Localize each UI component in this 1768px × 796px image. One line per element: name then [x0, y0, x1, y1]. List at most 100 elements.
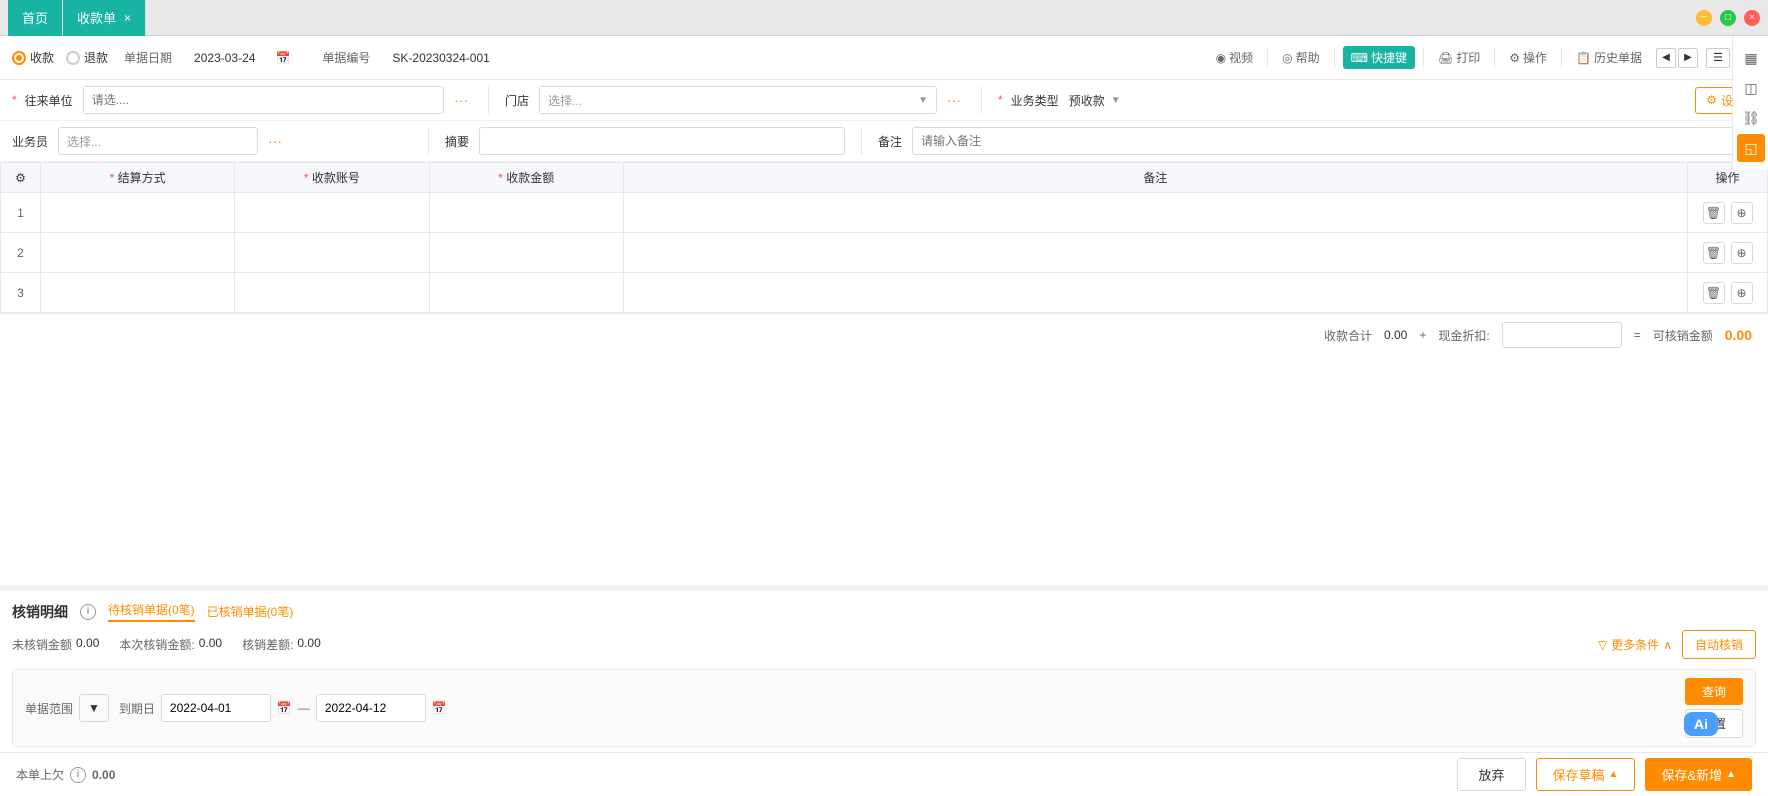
date-range-row: 单据范围 ▼ 到期日 📅 — 📅 查询 设置: [12, 669, 1756, 747]
biz-type-required-star: *: [998, 93, 1003, 107]
col-action-label: 操作: [1715, 171, 1739, 185]
table-gear-icon[interactable]: ⚙: [9, 171, 32, 185]
date-separator: —: [298, 701, 310, 715]
staff-more-button[interactable]: ···: [264, 133, 286, 149]
biz-type-value: 预收款: [1069, 92, 1105, 109]
window-controls: − □ ×: [1696, 10, 1760, 26]
row-2-copy-button[interactable]: ⊕: [1731, 242, 1753, 264]
tab-close-icon[interactable]: ×: [124, 11, 131, 25]
row-2-num: 2: [1, 233, 41, 273]
row-1-amount[interactable]: [429, 193, 623, 233]
biz-type-arrow-icon[interactable]: ▼: [1111, 95, 1121, 106]
remark-field: 备注: [878, 127, 1756, 155]
save-draft-arrow-icon: ▲: [1609, 769, 1619, 780]
due-date-field: 到期日 📅 — 📅: [119, 694, 447, 722]
query-button[interactable]: 查询: [1685, 678, 1743, 705]
date-to-input[interactable]: [316, 694, 426, 722]
sidebar-icon-2[interactable]: ◫: [1737, 74, 1765, 102]
tab-home[interactable]: 首页: [8, 0, 63, 36]
form-row-2: 业务员 选择... ··· 摘要 备注: [0, 121, 1768, 162]
help-label: 帮助: [1296, 49, 1320, 66]
this-bill-value: 0.00: [92, 768, 115, 782]
ai-badge[interactable]: Ai: [1684, 712, 1718, 736]
summary-input[interactable]: [479, 127, 845, 155]
this-bill-info-icon[interactable]: i: [70, 767, 86, 783]
staff-select[interactable]: 选择...: [58, 127, 258, 155]
window-close-button[interactable]: ×: [1744, 10, 1760, 26]
range-arrow-icon: ▼: [88, 701, 100, 715]
receipt-table: ⚙ * 结算方式 * 收款账号: [0, 162, 1768, 313]
history-button[interactable]: 📋 历史单据: [1570, 46, 1648, 69]
row-3-account[interactable]: [235, 273, 429, 313]
tab-pending-link[interactable]: 待核销单据(0笔): [108, 601, 195, 622]
discard-button[interactable]: 放弃: [1457, 758, 1525, 791]
range-select-dropdown[interactable]: ▼: [79, 694, 109, 722]
nav-next-button[interactable]: ▶: [1678, 48, 1698, 68]
row-2-amount[interactable]: [429, 233, 623, 273]
row-2-remark[interactable]: [623, 233, 1687, 273]
shop-select[interactable]: 选择... ▼: [539, 86, 937, 114]
row-1-remark[interactable]: [623, 193, 1687, 233]
discount-input[interactable]: [1502, 322, 1622, 348]
col-remark-header: 备注: [623, 163, 1687, 193]
window-minimize-button[interactable]: −: [1696, 10, 1712, 26]
row-3-amount[interactable]: [429, 273, 623, 313]
form-row-1: * 往来单位 ··· 门店 选择... ▼ ··· * 业务类型 预收款 ▼: [0, 80, 1768, 121]
save-draft-label: 保存草稿: [1553, 765, 1605, 784]
row-2-account[interactable]: [235, 233, 429, 273]
row-2-action-buttons: 🗑 ⊕: [1696, 242, 1759, 264]
row-1-settle[interactable]: [41, 193, 235, 233]
shortcut-button[interactable]: ⌨ 快捷键: [1343, 46, 1415, 69]
biz-type-selector: 预收款 ▼: [1069, 92, 1121, 109]
partner-more-button[interactable]: ···: [450, 92, 472, 108]
history-label: 历史单据: [1594, 49, 1642, 66]
partner-input[interactable]: [83, 86, 444, 114]
calendar-to-icon[interactable]: 📅: [432, 701, 447, 715]
print-button[interactable]: 🖨 打印: [1432, 46, 1486, 69]
receipt-type-radio-group: 收款 退款: [12, 49, 108, 66]
tab-receipt[interactable]: 收款单 ×: [63, 0, 146, 36]
radio-receipt[interactable]: 收款: [12, 49, 54, 66]
footer-left: 本单上欠 i 0.00: [16, 766, 115, 783]
date-from-input[interactable]: [161, 694, 271, 722]
sidebar-icon-1[interactable]: ▦: [1737, 44, 1765, 72]
row-1-copy-button[interactable]: ⊕: [1731, 202, 1753, 224]
row-3-remark[interactable]: [623, 273, 1687, 313]
date-picker-icon[interactable]: 📅: [275, 51, 290, 65]
toolbar-row: 收款 退款 单据日期 2023-03-24 📅 单据编号 SK-20230324…: [0, 36, 1768, 80]
ai-badge-label: Ai: [1694, 716, 1708, 732]
row-3-settle[interactable]: [41, 273, 235, 313]
video-button[interactable]: ◉ 视频: [1210, 46, 1260, 69]
auto-verify-button[interactable]: 自动核销: [1682, 630, 1756, 659]
print-label: 打印: [1456, 49, 1480, 66]
save-new-button[interactable]: 保存&新增 ▲: [1645, 758, 1752, 791]
toolbar-divider-5: [1561, 48, 1562, 68]
partner-field: * 往来单位 ···: [12, 86, 472, 114]
sidebar-icon-3[interactable]: ⛓: [1737, 104, 1765, 132]
tab-verified-link[interactable]: 已核销单据(0笔): [207, 603, 294, 620]
radio-refund[interactable]: 退款: [66, 49, 108, 66]
row-1-delete-button[interactable]: 🗑: [1703, 202, 1725, 224]
remark-input[interactable]: [912, 127, 1756, 155]
row-2-delete-button[interactable]: 🗑: [1703, 242, 1725, 264]
view-list-button[interactable]: ☰: [1706, 48, 1730, 68]
shop-more-button[interactable]: ···: [943, 92, 965, 108]
shortcut-icon: ⌨: [1351, 51, 1368, 65]
help-button[interactable]: ◎ 帮助: [1276, 46, 1326, 69]
window-maximize-button[interactable]: □: [1720, 10, 1736, 26]
row-1-account[interactable]: [235, 193, 429, 233]
actions-button[interactable]: ⚙ 操作: [1503, 46, 1553, 69]
shop-placeholder: 选择...: [548, 92, 582, 109]
row-3-delete-button[interactable]: 🗑: [1703, 282, 1725, 304]
nav-prev-button[interactable]: ◀: [1656, 48, 1676, 68]
unverified-value: 0.00: [76, 636, 99, 653]
row-3-copy-button[interactable]: ⊕: [1731, 282, 1753, 304]
more-conditions-button[interactable]: ▽ 更多条件 ∧: [1598, 636, 1672, 653]
stat-unverified: 未核销金额 0.00: [12, 636, 99, 653]
calendar-from-icon[interactable]: 📅: [277, 701, 292, 715]
field-sep-4: [861, 127, 862, 155]
row-2-settle[interactable]: [41, 233, 235, 273]
verify-info-icon[interactable]: i: [80, 604, 96, 620]
save-draft-button[interactable]: 保存草稿 ▲: [1536, 758, 1636, 791]
sidebar-icon-4[interactable]: ◱: [1737, 134, 1765, 162]
